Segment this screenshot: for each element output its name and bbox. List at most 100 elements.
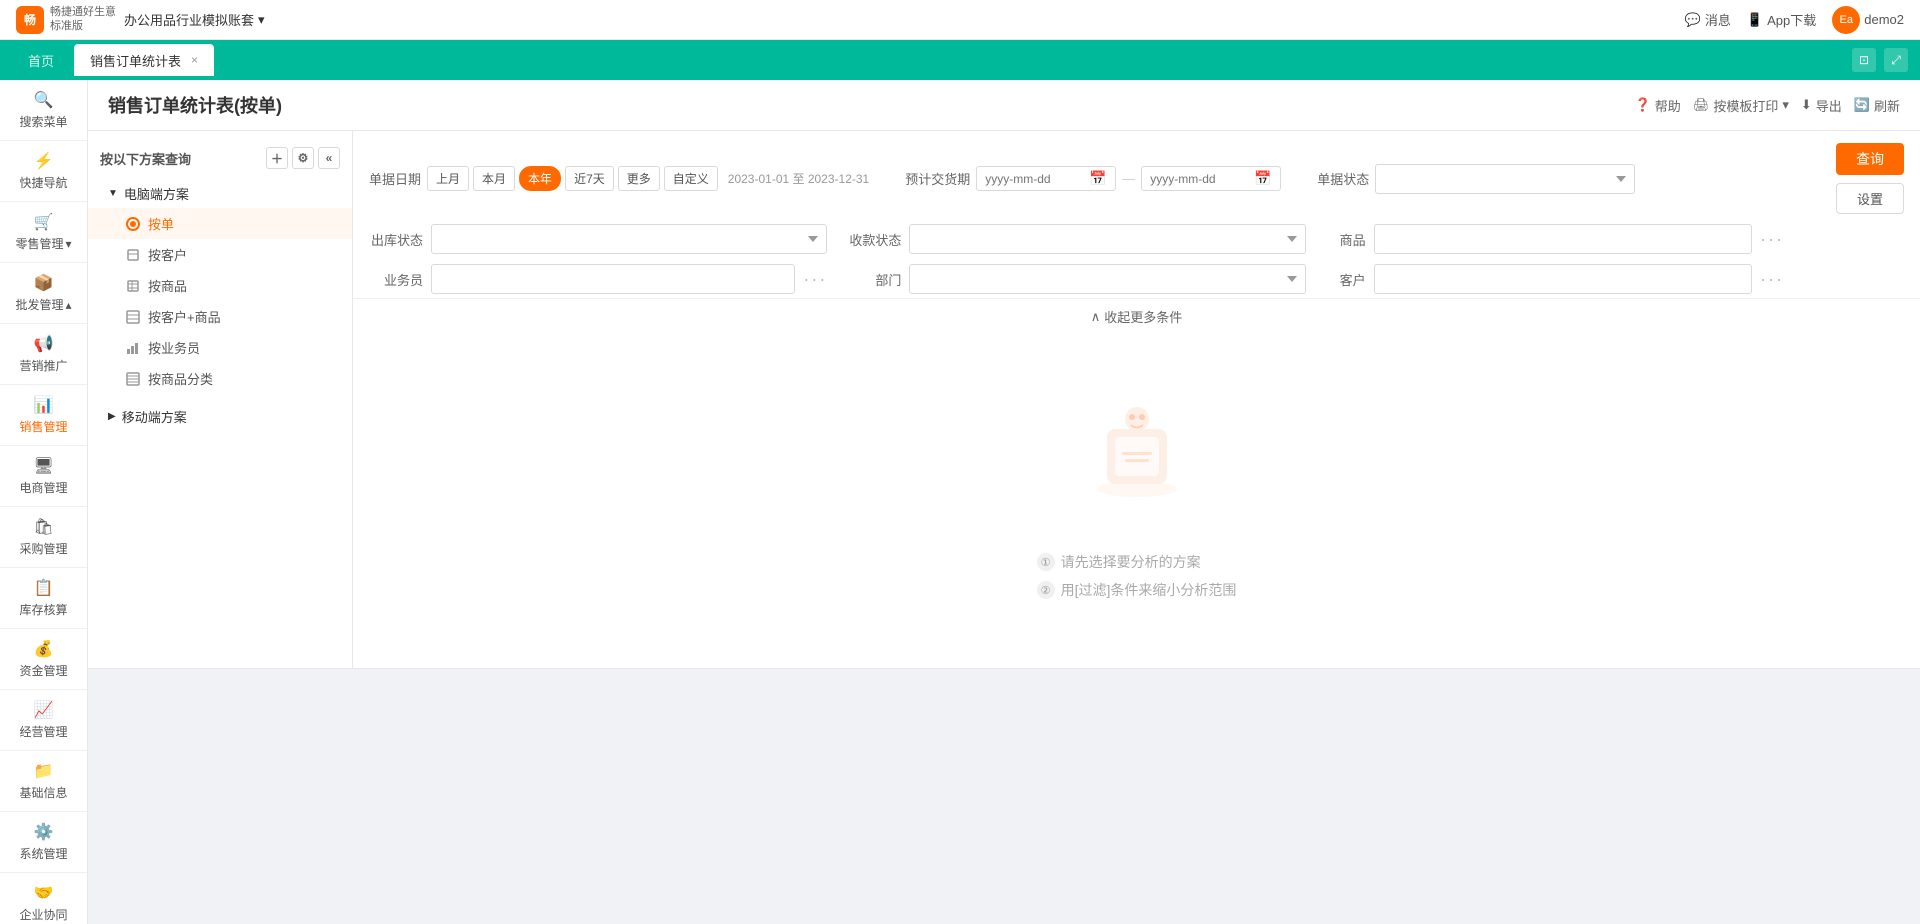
sidebar-item-wholesale[interactable]: 📦 批发管理 ▴	[0, 263, 87, 324]
salesperson-more-button[interactable]: ···	[803, 270, 827, 288]
customer-input[interactable]	[1374, 264, 1752, 294]
expected-date-end-input[interactable]: 📅	[1141, 166, 1281, 191]
collab-icon: 🤝	[34, 883, 54, 903]
page-title: 销售订单统计表(按单)	[108, 92, 282, 118]
help-button[interactable]: ❓ 帮助	[1635, 96, 1681, 115]
sidebar-item-marketing[interactable]: 📢 营销推广	[0, 324, 87, 385]
calendar-end-icon: 📅	[1254, 170, 1271, 187]
sidebar-item-system[interactable]: ⚙️ 系统管理	[0, 812, 87, 873]
sidebar-item-purchase[interactable]: 🛍 采购管理	[0, 507, 87, 568]
scheme-panel-icons: ＋ ⚙ «	[266, 147, 340, 169]
filter-out-status: 出库状态	[369, 224, 827, 254]
scheme-collapse-button[interactable]: «	[318, 147, 340, 169]
sidebar-item-enterprise-collab[interactable]: 🤝 企业协同	[0, 873, 87, 924]
scheme-group-pc-header[interactable]: ▼ 电脑端方案	[88, 179, 352, 208]
order-status-select[interactable]	[1375, 164, 1635, 194]
sidebar-item-operations[interactable]: 📈 经营管理	[0, 690, 87, 751]
sidebar-item-retail[interactable]: 🛒 零售管理 ▾	[0, 202, 87, 263]
content-area: 销售订单统计表(按单) ❓ 帮助 🖨 按模板打印 ▾ ⬇ 导出 🔄 刷新	[88, 80, 1920, 924]
scheme-item-goods-icon	[124, 277, 142, 295]
right-panel: 单据日期 上月 本月 本年 近7天 更多 自定义 2023-01-01 至 20…	[353, 131, 1920, 668]
empty-illustration	[1077, 394, 1197, 536]
date-range-text: 2023-01-01 至 2023-12-31	[728, 170, 869, 187]
sidebar-item-inventory[interactable]: 📋 库存核算	[0, 568, 87, 629]
ecommerce-icon: 🖥	[33, 456, 53, 476]
goods-input[interactable]	[1374, 224, 1752, 254]
scheme-item-salesperson-icon	[124, 339, 142, 357]
chevron-up-icon: ▴	[65, 298, 71, 312]
scheme-group-pc: ▼ 电脑端方案 按单 按客户	[88, 175, 352, 398]
print-icon: 🖨	[1693, 97, 1710, 113]
refresh-icon: 🔄	[1854, 97, 1870, 113]
sidebar-item-search[interactable]: 🔍 搜索菜单	[0, 80, 87, 141]
tab-sales-order-stat[interactable]: 销售订单统计表 ×	[74, 44, 214, 76]
app-download-button[interactable]: 📱 App下载	[1747, 10, 1816, 29]
tab-home[interactable]: 首页	[12, 44, 70, 76]
date-btn-custom[interactable]: 自定义	[664, 166, 718, 191]
scheme-item-by-order[interactable]: 按单	[88, 208, 352, 239]
page-header-actions: ❓ 帮助 🖨 按模板打印 ▾ ⬇ 导出 🔄 刷新	[1635, 96, 1900, 115]
filter-date-group: 单据日期 上月 本月 本年 近7天 更多 自定义 2023-01-01 至 20…	[369, 166, 869, 191]
scheme-group-mobile-header[interactable]: ▶ 移动端方案	[88, 402, 352, 431]
expected-date-start-field[interactable]	[985, 172, 1085, 186]
expected-date-end-field[interactable]	[1150, 172, 1250, 186]
user-menu[interactable]: Ea demo2	[1832, 6, 1904, 34]
date-btn-last-month[interactable]: 上月	[427, 166, 469, 191]
scheme-item-circle-icon	[124, 215, 142, 233]
department-select[interactable]	[909, 264, 1305, 294]
tab-close-button[interactable]: ×	[191, 53, 198, 67]
sidebar-item-quick-nav[interactable]: ⚡ 快捷导航	[0, 141, 87, 202]
filter-row-1: 单据日期 上月 本月 本年 近7天 更多 自定义 2023-01-01 至 20…	[369, 143, 1904, 214]
goods-label: 商品	[1326, 230, 1366, 249]
filter-department: 部门	[847, 264, 1305, 294]
scheme-settings-button[interactable]: ⚙	[292, 147, 314, 169]
print-button[interactable]: 🖨 按模板打印 ▾	[1693, 96, 1789, 115]
filter-row-2: 出库状态 收款状态 商品 ···	[369, 224, 1904, 254]
expected-date-start-input[interactable]: 📅	[976, 166, 1116, 191]
out-status-select[interactable]	[431, 224, 827, 254]
scheme-item-by-goods[interactable]: 按商品	[88, 270, 352, 301]
sidebar-item-base-info[interactable]: 📁 基础信息	[0, 751, 87, 812]
out-status-label: 出库状态	[369, 230, 423, 249]
tab-restore-button[interactable]: ⊡	[1852, 48, 1876, 72]
empty-tips-list: ① 请先选择要分析的方案 ② 用[过滤]条件来缩小分析范围	[1037, 552, 1237, 608]
scheme-item-by-customer[interactable]: 按客户	[88, 239, 352, 270]
export-button[interactable]: ⬇ 导出	[1801, 96, 1842, 115]
sidebar-item-sales[interactable]: 📊 销售管理	[0, 385, 87, 446]
goods-more-button[interactable]: ···	[1760, 230, 1784, 248]
retail-icon: 🛒	[34, 212, 54, 232]
tab-bar-actions: ⊡ ⤢	[1852, 48, 1908, 72]
workspace-selector[interactable]: 办公用品行业模拟账套 ▾	[124, 10, 265, 29]
filter-panel: 单据日期 上月 本月 本年 近7天 更多 自定义 2023-01-01 至 20…	[353, 131, 1920, 298]
scheme-item-by-customer-goods[interactable]: 按客户+商品	[88, 301, 352, 332]
customer-more-button[interactable]: ···	[1760, 270, 1784, 288]
scheme-add-button[interactable]: ＋	[266, 147, 288, 169]
salesperson-label: 业务员	[369, 270, 423, 289]
base-info-icon: 📁	[34, 761, 54, 781]
query-button[interactable]: 查询	[1836, 143, 1904, 175]
date-btn-more[interactable]: 更多	[618, 166, 660, 191]
salesperson-input[interactable]	[431, 264, 795, 294]
pay-status-select[interactable]	[909, 224, 1305, 254]
filter-row-3: 业务员 ··· 部门 客户 ···	[369, 264, 1904, 294]
refresh-button[interactable]: 🔄 刷新	[1854, 96, 1900, 115]
date-btn-this-month[interactable]: 本月	[473, 166, 515, 191]
date-btn-this-year[interactable]: 本年	[519, 166, 561, 191]
sidebar: 🔍 搜索菜单 ⚡ 快捷导航 🛒 零售管理 ▾ 📦 批发管理 ▴ 📢 营销推广	[0, 80, 88, 924]
empty-tip-1: ① 请先选择要分析的方案	[1037, 552, 1237, 572]
sidebar-item-finance[interactable]: 💰 资金管理	[0, 629, 87, 690]
logo: 畅 畅捷通好生意 标准版	[16, 6, 116, 34]
setting-button[interactable]: 设置	[1836, 183, 1904, 214]
export-icon: ⬇	[1801, 97, 1812, 113]
collapse-bar[interactable]: ∧ 收起更多条件	[353, 298, 1920, 334]
quick-nav-icon: ⚡	[34, 151, 54, 171]
sidebar-item-ecommerce[interactable]: 🖥 电商管理	[0, 446, 87, 507]
scheme-item-by-salesperson[interactable]: 按业务员	[88, 332, 352, 363]
tab-fullscreen-button[interactable]: ⤢	[1884, 48, 1908, 72]
scheme-item-by-goods-category[interactable]: 按商品分类	[88, 363, 352, 394]
date-btn-last7[interactable]: 近7天	[565, 166, 614, 191]
message-button[interactable]: 💬 消息	[1685, 10, 1731, 29]
search-icon: 🔍	[34, 90, 54, 110]
department-label: 部门	[847, 270, 901, 289]
scheme-item-customer-icon	[124, 246, 142, 264]
